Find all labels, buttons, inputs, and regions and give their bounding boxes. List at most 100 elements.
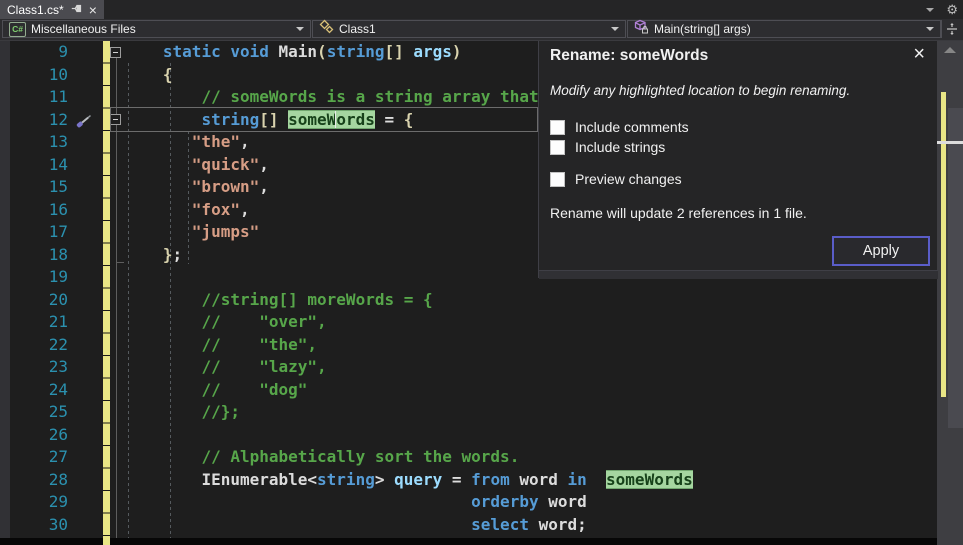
code-line[interactable]: // "the", <box>134 334 317 357</box>
code-segment: "jumps" <box>192 222 259 241</box>
code-line[interactable]: select word; <box>134 514 587 537</box>
line-number[interactable]: 10 <box>0 64 68 87</box>
vertical-scrollbar[interactable] <box>937 41 963 545</box>
code-segment: "brown" <box>192 177 259 196</box>
code-segment <box>134 132 192 151</box>
tab-strip: Class1.cs* × ⚙ <box>0 0 963 19</box>
line-number[interactable]: 17 <box>0 221 68 244</box>
line-number[interactable]: 20 <box>0 289 68 312</box>
code-line[interactable]: "brown", <box>134 176 269 199</box>
code-segment: word <box>510 470 568 489</box>
code-segment: ) <box>452 42 462 61</box>
member-dropdown[interactable]: Main(string[] args) <box>627 20 941 38</box>
code-segment: , <box>259 155 269 174</box>
line-number[interactable]: 27 <box>0 446 68 469</box>
checkbox-row[interactable]: Include comments <box>550 117 689 137</box>
split-window-button[interactable] <box>941 20 961 38</box>
line-number[interactable]: 15 <box>0 176 68 199</box>
line-number[interactable]: 25 <box>0 401 68 424</box>
code-segment: string <box>327 42 385 61</box>
checkbox-label[interactable]: Include strings <box>575 139 665 155</box>
code-line[interactable]: // "over", <box>134 311 327 334</box>
code-line[interactable]: orderby word <box>134 491 587 514</box>
project-dropdown[interactable]: C# Miscellaneous Files <box>2 20 311 38</box>
line-number[interactable]: 18 <box>0 244 68 267</box>
rename-options: Include comments Include strings Preview c… <box>550 117 689 189</box>
code-line[interactable]: "jumps" <box>134 221 259 244</box>
code-segment <box>134 222 192 241</box>
fold-marker-collapse[interactable] <box>110 47 121 58</box>
visual-studio-window: Class1.cs* × ⚙ C# Miscellaneous Files <box>0 0 963 545</box>
code-segment: ( <box>317 42 327 61</box>
code-segment <box>134 42 163 61</box>
code-segment <box>404 42 414 61</box>
code-line[interactable]: "quick", <box>134 154 269 177</box>
checkbox-row[interactable]: Preview changes <box>550 169 689 189</box>
line-number[interactable]: 29 <box>0 491 68 514</box>
rename-summary: Rename will update 2 references in 1 fil… <box>550 205 807 221</box>
code-segment: IEnumerable< <box>201 470 317 489</box>
tab-class1[interactable]: Class1.cs* × <box>0 0 104 19</box>
checkbox[interactable] <box>550 140 565 155</box>
line-number[interactable]: 16 <box>0 199 68 222</box>
tab-close-icon[interactable]: × <box>89 3 97 17</box>
code-segment <box>134 492 471 511</box>
line-number[interactable]: 24 <box>0 379 68 402</box>
changed-lines-bar <box>103 41 110 545</box>
code-segment: // "lazy", <box>201 357 326 376</box>
line-number[interactable]: 13 <box>0 131 68 154</box>
code-segment: "fox" <box>192 200 240 219</box>
code-line[interactable]: // "lazy", <box>134 356 327 379</box>
code-segment <box>134 515 471 534</box>
code-line[interactable]: // "dog" <box>134 379 307 402</box>
code-line[interactable]: }; <box>134 244 182 267</box>
line-number[interactable]: 28 <box>0 469 68 492</box>
code-segment: // "dog" <box>201 380 307 399</box>
line-number[interactable]: 21 <box>0 311 68 334</box>
type-dropdown[interactable]: Class1 <box>312 20 626 38</box>
navigation-bar: C# Miscellaneous Files Class1 <box>0 19 963 41</box>
close-icon[interactable]: × <box>913 43 925 66</box>
code-line[interactable]: "fox", <box>134 199 250 222</box>
editor-bottom-strip <box>0 538 937 545</box>
pin-icon[interactable] <box>71 1 82 19</box>
code-line[interactable]: { <box>134 64 173 87</box>
line-number[interactable]: 22 <box>0 334 68 357</box>
code-segment: "the" <box>192 132 240 151</box>
apply-button[interactable]: Apply <box>832 236 930 266</box>
checkbox-label[interactable]: Preview changes <box>575 171 682 187</box>
code-segment <box>134 335 201 354</box>
line-number[interactable]: 9 <box>0 41 68 64</box>
code-segment: // Alphabetically sort the words. <box>201 447 519 466</box>
code-line[interactable]: //string[] moreWords = { <box>134 289 433 312</box>
code-segment <box>134 200 192 219</box>
checkbox[interactable] <box>550 120 565 135</box>
line-number[interactable]: 23 <box>0 356 68 379</box>
checkbox-row[interactable]: Include strings <box>550 137 689 157</box>
code-line[interactable]: static void Main(string[] args) <box>134 41 462 64</box>
rename-screwdriver-icon[interactable] <box>74 111 94 131</box>
line-number[interactable]: 30 <box>0 514 68 537</box>
line-number[interactable]: 19 <box>0 266 68 289</box>
tab-label: Class1.cs* <box>7 3 64 17</box>
checkbox[interactable] <box>550 172 565 187</box>
tab-list-dropdown-icon[interactable] <box>926 8 934 12</box>
code-segment: [] <box>384 42 403 61</box>
code-line[interactable]: "the", <box>134 131 250 154</box>
line-number[interactable]: 14 <box>0 154 68 177</box>
code-line[interactable]: IEnumerable<string> query = from word in… <box>134 469 693 492</box>
line-number[interactable]: 26 <box>0 424 68 447</box>
line-number[interactable]: 11 <box>0 86 68 109</box>
code-line[interactable]: //}; <box>134 401 240 424</box>
line-number[interactable]: 12 <box>0 109 68 132</box>
code-segment: word <box>539 492 587 511</box>
code-segment: ; <box>173 245 183 264</box>
scrollbar-thumb[interactable] <box>948 108 963 428</box>
checkbox-label[interactable]: Include comments <box>575 119 689 135</box>
code-segment: > <box>375 470 394 489</box>
code-line[interactable]: // Alphabetically sort the words. <box>134 446 519 469</box>
settings-gear-icon[interactable]: ⚙ <box>946 3 958 16</box>
rename-dialog: Rename: someWords × Modify any highlight… <box>538 41 937 278</box>
dialog-bottom-edge <box>539 270 938 279</box>
scroll-up-arrow-icon[interactable] <box>944 47 956 53</box>
